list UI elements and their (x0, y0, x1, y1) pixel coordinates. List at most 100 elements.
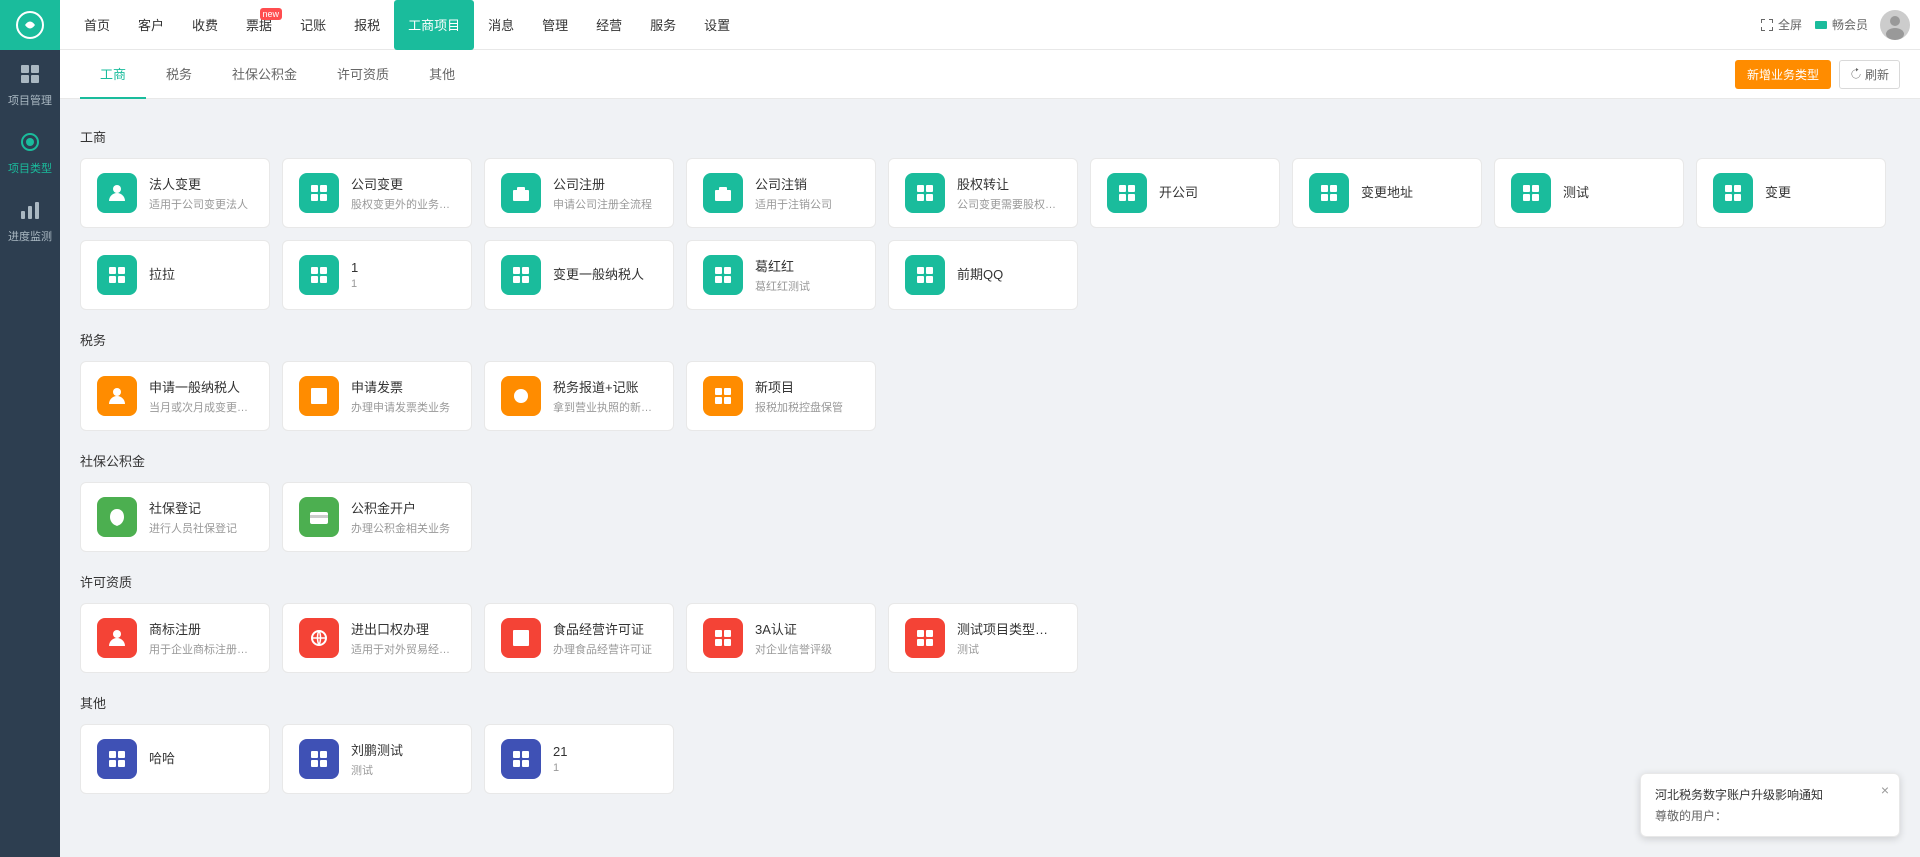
card-desc-company-cancel: 适用于注销公司 (755, 196, 859, 212)
tab-gongshang[interactable]: 工商 (80, 50, 146, 99)
card-icon-lala (97, 255, 137, 295)
card-test[interactable]: 测试 (1494, 158, 1684, 228)
topnav-items: 首页 客户 收费 票据new 记账 报税 工商项目 消息 管理 经营 服务 设置 (70, 0, 1760, 50)
topnav-tax[interactable]: 报税 (340, 0, 394, 50)
card-title-test: 测试 (1563, 182, 1667, 201)
sidebar-label-project-type: 项目类型 (8, 160, 52, 176)
card-trademark[interactable]: 商标注册 用于企业商标注册服务 (80, 603, 270, 673)
section-shebao: 社保公积金 社保登记 进行人员社保登记 (80, 451, 1900, 552)
card-provident-fund[interactable]: 公积金开户 办理公积金相关业务 (282, 482, 472, 552)
card-equity-transfer[interactable]: 股权转让 公司变更需要股权转让 (888, 158, 1078, 228)
card-food-permit[interactable]: 食品经营许可证 办理食品经营许可证 (484, 603, 674, 673)
card-legal-change[interactable]: 法人变更 适用于公司变更法人 (80, 158, 270, 228)
notification-title: 河北税务数字账户升级影响通知 (1655, 786, 1885, 803)
topnav-billing[interactable]: 收费 (178, 0, 232, 50)
card-title-one: 1 (351, 260, 455, 275)
card-twenty-one[interactable]: 21 1 (484, 724, 674, 794)
card-one[interactable]: 1 1 (282, 240, 472, 310)
card-icon-apply-taxpayer (97, 376, 137, 416)
card-icon-equity-transfer (905, 173, 945, 213)
topnav-operations[interactable]: 经营 (582, 0, 636, 50)
card-change[interactable]: 变更 (1696, 158, 1886, 228)
card-icon-one (299, 255, 339, 295)
topnav-settings[interactable]: 设置 (690, 0, 744, 50)
topnav-tickets[interactable]: 票据new (232, 0, 286, 50)
topnav-messages[interactable]: 消息 (474, 0, 528, 50)
card-desc-equity-transfer: 公司变更需要股权转让 (957, 196, 1061, 212)
card-title-apply-taxpayer: 申请一般纳税人 (149, 377, 253, 396)
card-title-open-company: 开公司 (1159, 182, 1263, 201)
cards-grid-qita: 哈哈 刘鹏测试 测试 (80, 724, 1900, 794)
notification-popup: × 河北税务数字账户升级影响通知 尊敬的用户： (1640, 773, 1900, 837)
fullscreen-label: 全屏 (1778, 16, 1802, 33)
notification-close-btn[interactable]: × (1881, 782, 1889, 798)
card-company-cancel[interactable]: 公司注销 适用于注销公司 (686, 158, 876, 228)
sidebar-logo[interactable] (0, 0, 60, 50)
card-change-taxpayer[interactable]: 变更一般纳税人 (484, 240, 674, 310)
fullscreen-btn[interactable]: 全屏 (1760, 16, 1802, 33)
sidebar-item-project-type[interactable]: 项目类型 (0, 118, 60, 186)
topnav-home[interactable]: 首页 (70, 0, 124, 50)
new-type-button[interactable]: 新增业务类型 (1735, 60, 1831, 89)
card-liupeng-test[interactable]: 刘鹏测试 测试 (282, 724, 472, 794)
card-desc-apply-invoice: 办理申请发票类业务 (351, 399, 455, 415)
section-title-shebao: 社保公积金 (80, 451, 1900, 470)
sidebar: 项目管理 项目类型 进度监测 (0, 0, 60, 857)
card-icon-change (1713, 173, 1753, 213)
topnav-management[interactable]: 管理 (528, 0, 582, 50)
card-change-address[interactable]: 变更地址 (1292, 158, 1482, 228)
tab-shebao[interactable]: 社保公积金 (212, 50, 317, 99)
card-gehonghong[interactable]: 葛红红 葛红红测试 (686, 240, 876, 310)
topnav-accounting[interactable]: 记账 (286, 0, 340, 50)
topnav-customer[interactable]: 客户 (124, 0, 178, 50)
card-open-company[interactable]: 开公司 (1090, 158, 1280, 228)
card-text-one: 1 1 (351, 260, 455, 290)
card-test-type[interactable]: 测试项目类型目定义 测试 (888, 603, 1078, 673)
card-lala[interactable]: 拉拉 (80, 240, 270, 310)
refresh-label: 刷新 (1865, 66, 1889, 83)
card-desc-test-type: 测试 (957, 641, 1061, 657)
card-tax-report-account[interactable]: ¥ 税务报道+记账 拿到营业执照的新公司 (484, 361, 674, 431)
card-text-change-taxpayer: 变更一般纳税人 (553, 264, 657, 286)
card-company-change[interactable]: 公司变更 股权变更外的业务变更 (282, 158, 472, 228)
vip-btn[interactable]: 畅会员 (1814, 16, 1868, 33)
tab-bar: 工商 税务 社保公积金 许可资质 其他 新增业务类型 刷新 (60, 50, 1920, 99)
card-text-trademark: 商标注册 用于企业商标注册服务 (149, 619, 253, 657)
card-icon-front-qq (905, 255, 945, 295)
topnav-biz-project[interactable]: 工商项目 (394, 0, 474, 50)
card-import-export[interactable]: 进出口权办理 适用于对外贸易经营者 (282, 603, 472, 673)
card-apply-invoice[interactable]: 申请发票 办理申请发票类业务 (282, 361, 472, 431)
tab-shuiwu[interactable]: 税务 (146, 50, 212, 99)
section-shuiwu: 税务 申请一般纳税人 当月或次月成变更完成 (80, 330, 1900, 431)
card-icon-legal-change (97, 173, 137, 213)
tab-qita[interactable]: 其他 (409, 50, 475, 99)
card-desc-apply-taxpayer: 当月或次月成变更完成 (149, 399, 253, 415)
card-social-insurance[interactable]: 社保登记 进行人员社保登记 (80, 482, 270, 552)
card-desc-company-register: 申请公司注册全流程 (553, 196, 657, 212)
avatar[interactable] (1880, 10, 1910, 40)
refresh-button[interactable]: 刷新 (1839, 60, 1900, 89)
sidebar-item-project-mgmt[interactable]: 项目管理 (0, 50, 60, 118)
card-icon-change-address (1309, 173, 1349, 213)
card-new-project[interactable]: 新项目 报税加税控盘保管 (686, 361, 876, 431)
card-icon-company-register (501, 173, 541, 213)
card-icon-liupeng-test (299, 739, 339, 779)
card-icon-import-export (299, 618, 339, 658)
sidebar-item-progress-monitor[interactable]: 进度监测 (0, 186, 60, 254)
topnav-services[interactable]: 服务 (636, 0, 690, 50)
card-text-food-permit: 食品经营许可证 办理食品经营许可证 (553, 619, 657, 657)
card-company-register[interactable]: 公司注册 申请公司注册全流程 (484, 158, 674, 228)
card-icon-haha (97, 739, 137, 779)
card-3a-cert[interactable]: 3A认证 对企业信誉评级 (686, 603, 876, 673)
section-title-xuke: 许可资质 (80, 572, 1900, 591)
fullscreen-icon (1760, 18, 1774, 32)
tab-xuke[interactable]: 许可资质 (317, 50, 409, 99)
card-haha[interactable]: 哈哈 (80, 724, 270, 794)
card-desc-trademark: 用于企业商标注册服务 (149, 641, 253, 657)
svg-text:¥: ¥ (516, 392, 523, 402)
card-apply-taxpayer[interactable]: 申请一般纳税人 当月或次月成变更完成 (80, 361, 270, 431)
section-title-shuiwu: 税务 (80, 330, 1900, 349)
card-desc-legal-change: 适用于公司变更法人 (149, 196, 253, 212)
card-title-provident-fund: 公积金开户 (351, 498, 455, 517)
card-front-qq[interactable]: 前期QQ (888, 240, 1078, 310)
